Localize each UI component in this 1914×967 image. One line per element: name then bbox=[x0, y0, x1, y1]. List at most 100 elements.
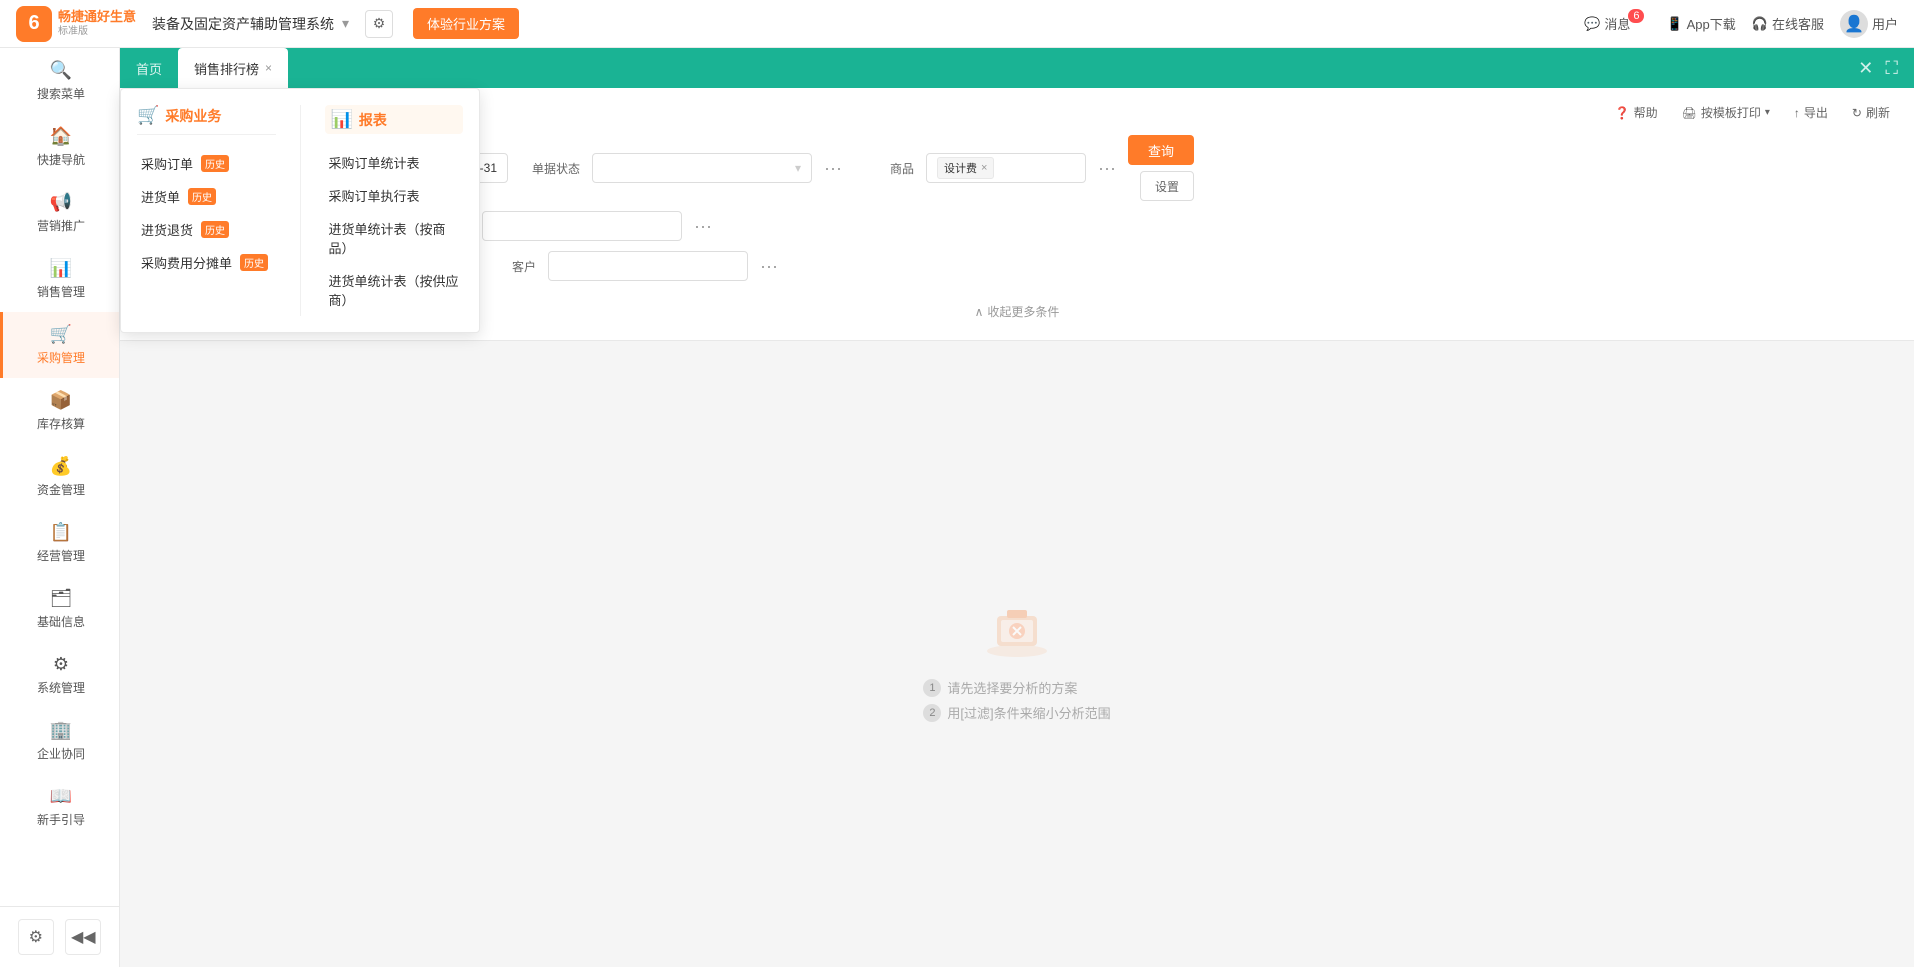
sidebar-item-corp[interactable]: 🏢 企业协同 bbox=[0, 708, 119, 774]
dropdown-report-col: 📊 报表 采购订单统计表 采购订单执行表 进货单统计表（按商品） 进货单统计表（… bbox=[325, 105, 464, 316]
tip-num-1: 1 bbox=[923, 679, 941, 697]
sidebar-item-base[interactable]: 🗂 基础信息 bbox=[0, 576, 119, 642]
sidebar: 🔍 搜索菜单 🏠 快捷导航 📢 营销推广 📊 销售管理 🛒 采购管理 📦 库存核… bbox=[0, 48, 120, 967]
salesperson-more[interactable]: ··· bbox=[694, 216, 712, 237]
message-icon: 💬 bbox=[1584, 16, 1600, 32]
refresh-btn[interactable]: ↻ 刷新 bbox=[1844, 100, 1898, 125]
sidebar-item-search[interactable]: 🔍 搜索菜单 bbox=[0, 48, 119, 114]
goods-input[interactable]: 设计费 × bbox=[926, 153, 1086, 183]
goods-tag-remove[interactable]: × bbox=[981, 162, 987, 174]
menu-divider bbox=[300, 105, 301, 316]
report-col-icon: 📊 bbox=[331, 109, 353, 130]
export-icon: ↑ bbox=[1794, 106, 1800, 120]
guide-icon: 📖 bbox=[50, 786, 72, 807]
empty-illustration bbox=[977, 586, 1057, 666]
goods-more[interactable]: ··· bbox=[1098, 158, 1116, 179]
help-btn[interactable]: ❓ 帮助 bbox=[1607, 100, 1666, 125]
base-icon: 🗂 bbox=[50, 588, 73, 609]
salesperson-input[interactable] bbox=[482, 211, 682, 241]
voucher-status-select[interactable]: ▾ bbox=[592, 153, 812, 183]
collapse-icon: ∧ bbox=[975, 305, 984, 319]
voucher-status-label: 单据状态 bbox=[520, 160, 580, 177]
query-btn[interactable]: 查询 bbox=[1128, 135, 1194, 165]
user-item[interactable]: 👤 用户 bbox=[1840, 10, 1898, 38]
sidebar-item-guide[interactable]: 📖 新手引导 bbox=[0, 774, 119, 840]
print-dropdown-arrow[interactable]: ▾ bbox=[1765, 107, 1770, 118]
inventory-icon: 📦 bbox=[50, 390, 72, 411]
history-badge-2: 历史 bbox=[201, 221, 229, 238]
sidebar-item-finance[interactable]: 💰 资金管理 bbox=[0, 444, 119, 510]
operation-icon: 📋 bbox=[50, 522, 72, 543]
tab-bar-actions: ✕ ⛶ bbox=[1842, 58, 1914, 79]
settings-icon[interactable]: ⚙ bbox=[365, 10, 393, 38]
refresh-icon: ↻ bbox=[1852, 106, 1862, 120]
layout: 🔍 搜索菜单 🏠 快捷导航 📢 营销推广 📊 销售管理 🛒 采购管理 📦 库存核… bbox=[0, 48, 1914, 967]
dropdown-item-report-1[interactable]: 采购订单统计表 bbox=[325, 146, 464, 179]
sidebar-settings-btn[interactable]: ⚙ bbox=[18, 919, 54, 955]
history-badge-1: 历史 bbox=[188, 188, 216, 205]
customer-label: 客户 bbox=[476, 258, 536, 275]
tab-close-all-icon[interactable]: ✕ bbox=[1858, 58, 1873, 79]
report-col-title: 📊 报表 bbox=[325, 105, 464, 134]
logo: 6 畅捷通好生意 标准版 bbox=[16, 6, 136, 42]
goods-tag: 设计费 × bbox=[937, 157, 994, 179]
app-download-item[interactable]: 📱 App下载 bbox=[1666, 14, 1735, 33]
phone-icon: 📱 bbox=[1666, 16, 1682, 32]
customer-input[interactable] bbox=[548, 251, 748, 281]
logo-text: 畅捷通好生意 标准版 bbox=[58, 9, 136, 39]
dropdown-item-report-2[interactable]: 采购订单执行表 bbox=[325, 179, 464, 212]
industry-btn[interactable]: 体验行业方案 bbox=[413, 8, 519, 39]
empty-tips: 1 请先选择要分析的方案 2 用[过滤]条件来缩小分析范围 bbox=[923, 678, 1110, 722]
dropdown-item-purchase-expense[interactable]: 采购费用分摊单 历史 bbox=[137, 246, 276, 279]
sidebar-item-quick-nav[interactable]: 🏠 快捷导航 bbox=[0, 114, 119, 180]
system-icon: ⚙ bbox=[53, 654, 69, 675]
dropdown-item-inbound-order[interactable]: 进货单 历史 bbox=[137, 180, 276, 213]
action-col: 查询 设置 bbox=[1128, 135, 1194, 201]
export-btn[interactable]: ↑ 导出 bbox=[1786, 100, 1836, 125]
corp-icon: 🏢 bbox=[50, 720, 72, 741]
home-icon: 🏠 bbox=[50, 126, 72, 147]
print-btn[interactable]: 🖨 按模板打印 ▾ bbox=[1674, 100, 1778, 125]
sidebar-item-inventory[interactable]: 📦 库存核算 bbox=[0, 378, 119, 444]
history-badge-3: 历史 bbox=[240, 254, 268, 271]
sidebar-item-system[interactable]: ⚙ 系统管理 bbox=[0, 642, 119, 708]
avatar: 👤 bbox=[1840, 10, 1868, 38]
dropdown-item-report-4[interactable]: 进货单统计表（按供应商） bbox=[325, 264, 464, 316]
sidebar-item-marketing[interactable]: 📢 营销推广 bbox=[0, 180, 119, 246]
dropdown-item-inbound-return[interactable]: 进货退货 历史 bbox=[137, 213, 276, 246]
headset-icon: 🎧 bbox=[1752, 16, 1768, 32]
tab-bar: 首页 销售排行榜 × ✕ ⛶ bbox=[120, 48, 1914, 88]
topbar-right: 💬 消息 6 📱 App下载 🎧 在线客服 👤 用户 bbox=[1584, 10, 1898, 38]
message-item[interactable]: 💬 消息 6 bbox=[1584, 14, 1650, 33]
dropdown-item-purchase-order[interactable]: 采购订单 历史 bbox=[137, 147, 276, 180]
dropdown-menu: 🛒 采购业务 采购订单 历史 进货单 历史 进货退货 历史 采购费用分摊单 历史 bbox=[120, 88, 480, 333]
dropdown-item-report-3[interactable]: 进货单统计表（按商品） bbox=[325, 212, 464, 264]
tip-item-1: 1 请先选择要分析的方案 bbox=[923, 678, 1110, 697]
marketing-icon: 📢 bbox=[50, 192, 72, 213]
select-arrow: ▾ bbox=[795, 161, 801, 175]
tab-close-icon[interactable]: × bbox=[265, 61, 272, 75]
goods-label: 商品 bbox=[854, 160, 914, 177]
purchase-col-icon: 🛒 bbox=[137, 105, 159, 126]
purchase-col-title: 🛒 采购业务 bbox=[137, 105, 276, 135]
voucher-status-more[interactable]: ··· bbox=[824, 158, 842, 179]
search-icon: 🔍 bbox=[50, 60, 72, 81]
logo-icon: 6 bbox=[16, 6, 52, 42]
dropdown-purchase-col: 🛒 采购业务 采购订单 历史 进货单 历史 进货退货 历史 采购费用分摊单 历史 bbox=[137, 105, 276, 316]
purchase-icon: 🛒 bbox=[50, 324, 72, 345]
online-service-item[interactable]: 🎧 在线客服 bbox=[1752, 14, 1824, 33]
sidebar-item-sales[interactable]: 📊 销售管理 bbox=[0, 246, 119, 312]
set-btn[interactable]: 设置 bbox=[1140, 171, 1194, 201]
customer-more[interactable]: ··· bbox=[760, 256, 778, 277]
tab-home[interactable]: 首页 bbox=[120, 48, 178, 88]
tip-item-2: 2 用[过滤]条件来缩小分析范围 bbox=[923, 703, 1110, 722]
sidebar-collapse-btn[interactable]: ◀◀ bbox=[65, 919, 101, 955]
sidebar-item-purchase[interactable]: 🛒 采购管理 bbox=[0, 312, 119, 378]
empty-state: 1 请先选择要分析的方案 2 用[过滤]条件来缩小分析范围 bbox=[120, 341, 1914, 967]
title-dropdown-arrow[interactable]: ▾ bbox=[342, 15, 349, 32]
tab-sales-ranking[interactable]: 销售排行榜 × bbox=[178, 48, 288, 88]
system-title: 装备及固定资产辅助管理系统 ▾ ⚙ 体验行业方案 bbox=[152, 8, 1584, 39]
topbar: 6 畅捷通好生意 标准版 装备及固定资产辅助管理系统 ▾ ⚙ 体验行业方案 💬 … bbox=[0, 0, 1914, 48]
tab-expand-icon[interactable]: ⛶ bbox=[1885, 58, 1898, 79]
sidebar-item-operation[interactable]: 📋 经营管理 bbox=[0, 510, 119, 576]
